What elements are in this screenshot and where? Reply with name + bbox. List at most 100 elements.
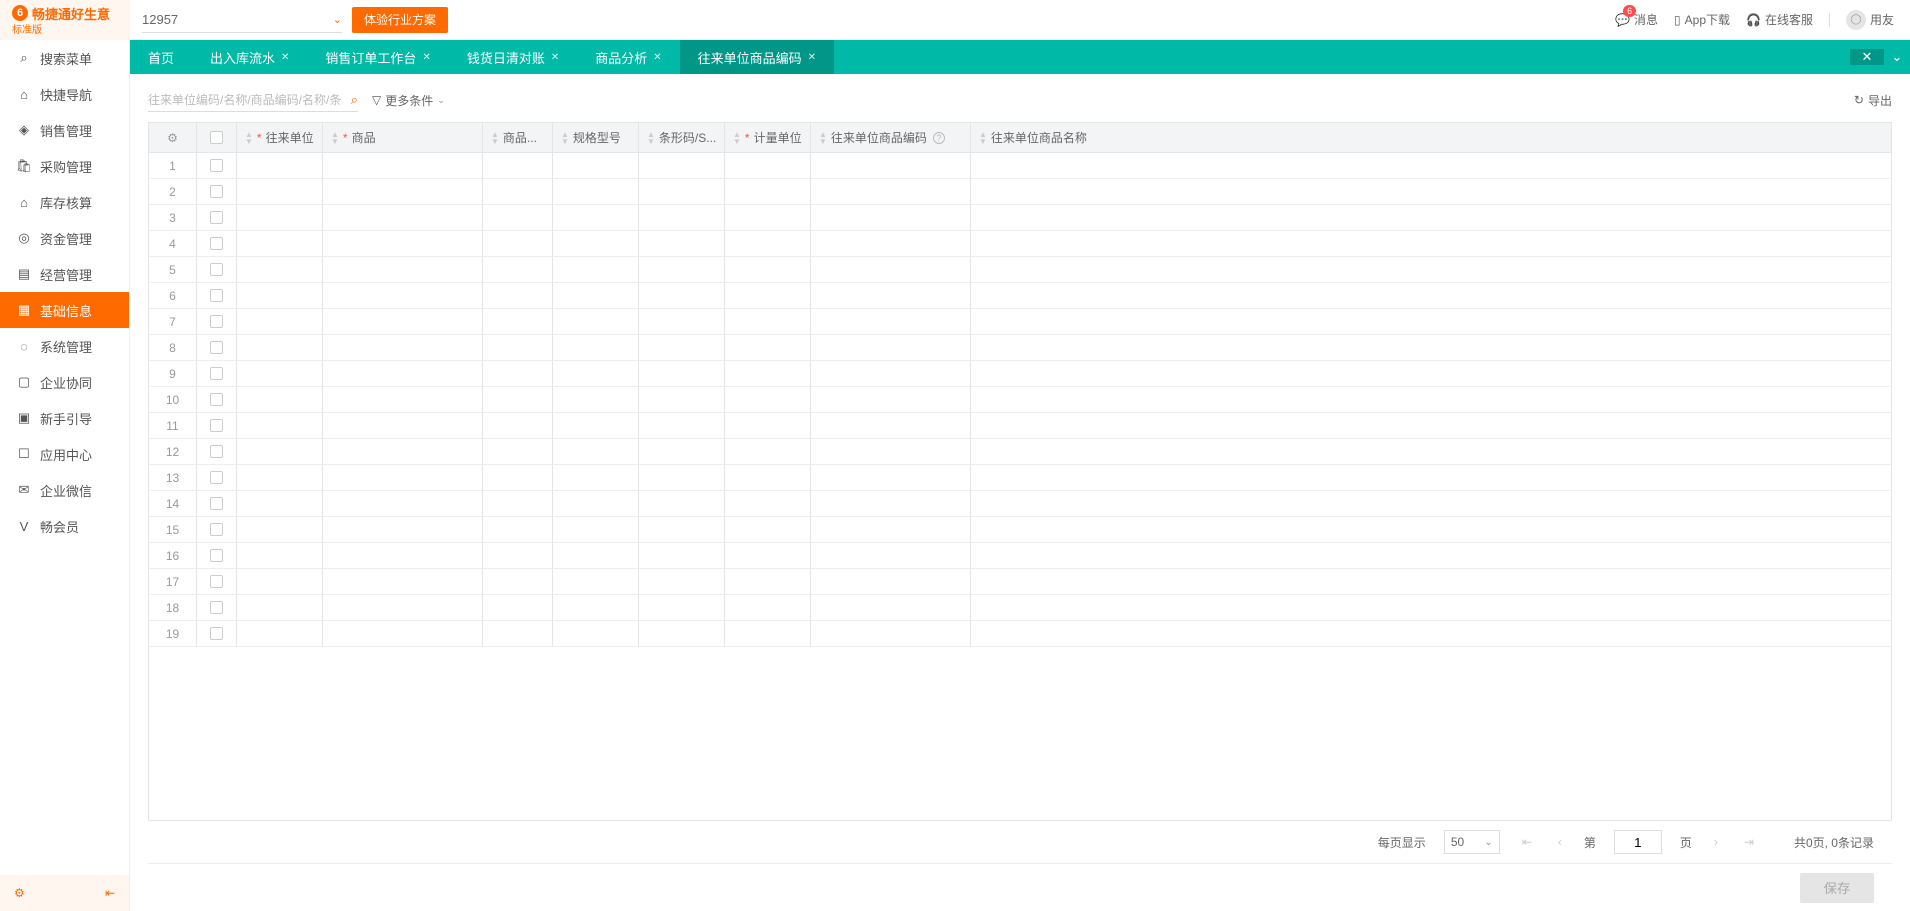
- checkbox[interactable]: [210, 159, 223, 172]
- cell[interactable]: [553, 621, 639, 646]
- collapse-sidebar-icon[interactable]: ⇤: [105, 886, 115, 900]
- cell[interactable]: [811, 413, 971, 438]
- cell[interactable]: [553, 413, 639, 438]
- checkbox[interactable]: [210, 263, 223, 276]
- cell[interactable]: [237, 335, 323, 360]
- cell[interactable]: [971, 439, 1891, 464]
- cell[interactable]: [971, 465, 1891, 490]
- close-icon[interactable]: ✕: [653, 52, 661, 63]
- close-icon[interactable]: ✕: [808, 52, 816, 63]
- col-partner-name[interactable]: ▲▼往来单位商品名称: [971, 123, 1891, 152]
- cell[interactable]: [483, 439, 553, 464]
- cell[interactable]: [237, 309, 323, 334]
- cell[interactable]: [553, 569, 639, 594]
- cell[interactable]: [639, 257, 725, 282]
- close-all-tabs-button[interactable]: ✕: [1850, 49, 1884, 65]
- cell[interactable]: [323, 179, 483, 204]
- cell[interactable]: [971, 231, 1891, 256]
- col-unit[interactable]: ▲▼*计量单位: [725, 123, 811, 152]
- cell[interactable]: [323, 257, 483, 282]
- cell[interactable]: [811, 491, 971, 516]
- cell[interactable]: [725, 283, 811, 308]
- cell[interactable]: [725, 569, 811, 594]
- search-input[interactable]: [148, 93, 351, 107]
- close-icon[interactable]: ✕: [551, 52, 559, 63]
- cell[interactable]: [553, 205, 639, 230]
- cell[interactable]: [237, 179, 323, 204]
- cell[interactable]: [553, 361, 639, 386]
- cell[interactable]: [971, 517, 1891, 542]
- cell[interactable]: [639, 361, 725, 386]
- checkbox[interactable]: [210, 497, 223, 510]
- cell[interactable]: [323, 387, 483, 412]
- cell[interactable]: [639, 335, 725, 360]
- checkbox[interactable]: [210, 237, 223, 250]
- per-page-select[interactable]: 50 ⌄: [1444, 830, 1500, 854]
- cell[interactable]: [971, 335, 1891, 360]
- col-product[interactable]: ▲▼*商品: [323, 123, 483, 152]
- cell[interactable]: [811, 335, 971, 360]
- cell[interactable]: [237, 569, 323, 594]
- cell[interactable]: [237, 491, 323, 516]
- cell[interactable]: [811, 361, 971, 386]
- col-barcode[interactable]: ▲▼条形码/S...: [639, 123, 725, 152]
- cell[interactable]: [639, 439, 725, 464]
- table-row[interactable]: 10: [149, 387, 1891, 413]
- checkbox[interactable]: [210, 445, 223, 458]
- cell[interactable]: [639, 205, 725, 230]
- table-row[interactable]: 18: [149, 595, 1891, 621]
- cell[interactable]: [323, 205, 483, 230]
- more-conditions-button[interactable]: ▽ 更多条件 ⌄: [372, 92, 445, 109]
- cell[interactable]: [483, 361, 553, 386]
- cell[interactable]: [725, 465, 811, 490]
- cell[interactable]: [811, 153, 971, 178]
- cell[interactable]: [237, 205, 323, 230]
- search-icon[interactable]: ⌕: [351, 92, 358, 108]
- cell[interactable]: [237, 465, 323, 490]
- cell[interactable]: [725, 621, 811, 646]
- cell[interactable]: [237, 595, 323, 620]
- table-row[interactable]: 6: [149, 283, 1891, 309]
- col-checkbox-all[interactable]: [197, 123, 237, 152]
- cell[interactable]: [483, 413, 553, 438]
- cell[interactable]: [971, 361, 1891, 386]
- prev-page-button[interactable]: ‹: [1554, 835, 1566, 849]
- cell[interactable]: [323, 283, 483, 308]
- cell[interactable]: [237, 283, 323, 308]
- checkbox[interactable]: [210, 211, 223, 224]
- last-page-button[interactable]: ⇥: [1740, 835, 1758, 849]
- cell[interactable]: [971, 387, 1891, 412]
- tab[interactable]: 钱货日清对账✕: [449, 40, 577, 74]
- cell[interactable]: [483, 231, 553, 256]
- checkbox[interactable]: [210, 289, 223, 302]
- table-row[interactable]: 4: [149, 231, 1891, 257]
- cell[interactable]: [237, 361, 323, 386]
- cell[interactable]: [553, 231, 639, 256]
- cell[interactable]: [725, 335, 811, 360]
- sidebar-item[interactable]: ◌系统管理: [0, 328, 129, 364]
- cell[interactable]: [811, 257, 971, 282]
- col-product-ext[interactable]: ▲▼商品...: [483, 123, 553, 152]
- cell[interactable]: [725, 387, 811, 412]
- cell[interactable]: [323, 309, 483, 334]
- sidebar-item[interactable]: ▢企业协同: [0, 364, 129, 400]
- checkbox[interactable]: [210, 341, 223, 354]
- cell[interactable]: [971, 309, 1891, 334]
- cell[interactable]: [237, 153, 323, 178]
- close-icon[interactable]: ✕: [281, 52, 289, 63]
- cell[interactable]: [323, 413, 483, 438]
- tab[interactable]: 往来单位商品编码✕: [680, 40, 834, 74]
- cell[interactable]: [237, 543, 323, 568]
- cell[interactable]: [553, 387, 639, 412]
- table-row[interactable]: 2: [149, 179, 1891, 205]
- checkbox[interactable]: [210, 419, 223, 432]
- cell[interactable]: [971, 179, 1891, 204]
- cell[interactable]: [725, 491, 811, 516]
- sidebar-item[interactable]: V畅会员: [0, 508, 129, 544]
- cell[interactable]: [553, 257, 639, 282]
- account-select[interactable]: 12957 ⌄: [142, 7, 342, 33]
- save-button[interactable]: 保存: [1800, 873, 1874, 903]
- cell[interactable]: [971, 543, 1891, 568]
- table-row[interactable]: 12: [149, 439, 1891, 465]
- cell[interactable]: [483, 257, 553, 282]
